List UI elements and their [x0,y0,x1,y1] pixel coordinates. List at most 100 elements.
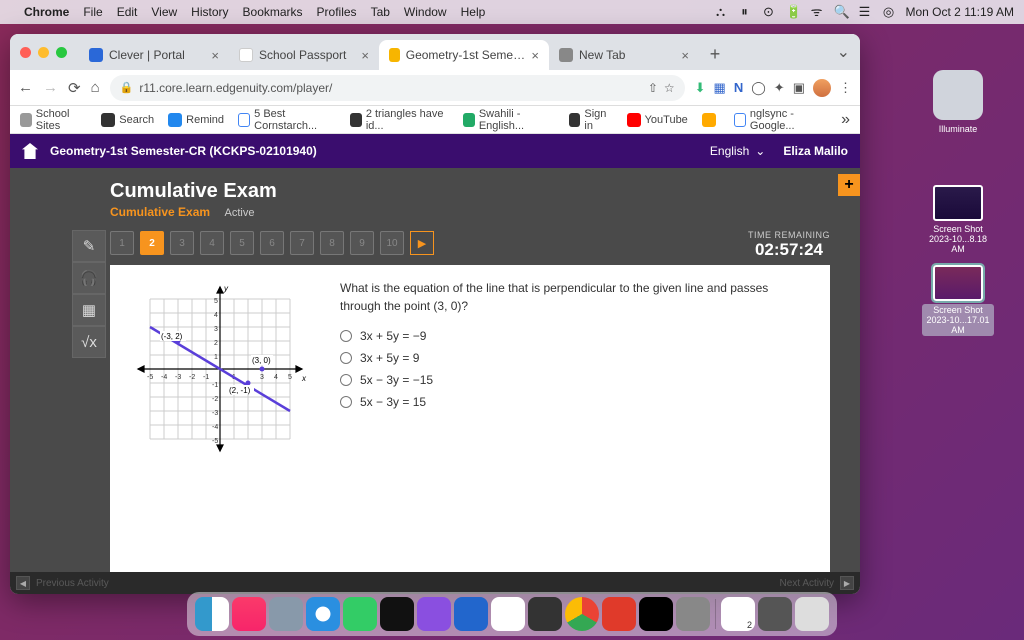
status-icon[interactable]: ◎ [882,5,896,19]
language-select[interactable]: English⌄ [710,144,765,158]
bookmark[interactable]: School Sites [20,108,87,132]
radio-input[interactable] [340,374,352,386]
tabs-chevron-icon[interactable]: ⌄ [837,42,850,62]
dock-app-music[interactable] [232,597,266,631]
prev-activity-button[interactable]: ◀ [16,576,30,590]
dock-downloads[interactable]: 2 [721,597,755,631]
menubar-history[interactable]: History [191,5,228,19]
question-number[interactable]: 9 [350,231,374,255]
status-icon[interactable]: ⏸ [738,5,752,19]
bookmark[interactable]: Swahili - English... [463,108,555,132]
tab-geometry[interactable]: Geometry-1st Semester-CR (× [379,40,549,70]
forward-button[interactable]: → [43,79,58,96]
tab-clever[interactable]: Clever | Portal× [79,40,229,70]
question-number[interactable]: 5 [230,231,254,255]
star-icon[interactable]: ☆ [664,81,675,95]
menubar-tab[interactable]: Tab [371,5,390,19]
bookmark[interactable]: 2 triangles have id... [350,108,449,132]
menubar-view[interactable]: View [151,5,177,19]
bookmark[interactable]: Sign in [569,108,613,132]
reload-button[interactable]: ⟳ [68,79,81,97]
close-icon[interactable]: × [211,48,219,63]
dock-app-chrome[interactable] [565,597,599,631]
close-icon[interactable]: × [361,48,369,63]
menubar-help[interactable]: Help [461,5,486,19]
bookmark[interactable]: Remind [168,113,224,127]
menubar-file[interactable]: File [83,5,102,19]
question-number[interactable]: 1 [110,231,134,255]
bookmarks-overflow[interactable]: » [841,111,850,129]
dock-app[interactable] [454,597,488,631]
extension-icon[interactable]: ▦ [714,80,726,96]
dock-app-finder[interactable] [195,597,229,631]
add-tab-button[interactable]: + [838,174,860,196]
formula-tool[interactable]: √x [72,326,106,358]
menubar-profiles[interactable]: Profiles [317,5,357,19]
radio-input[interactable] [340,352,352,364]
menubar-edit[interactable]: Edit [117,5,138,19]
question-number[interactable]: 7 [290,231,314,255]
home-icon[interactable] [22,143,38,159]
highlighter-tool[interactable]: ✎ [72,230,106,262]
dock-app-messages[interactable] [343,597,377,631]
extensions-button[interactable]: ✦ [774,80,785,96]
calculator-tool[interactable]: ▦ [72,294,106,326]
dock-app-tv[interactable] [380,597,414,631]
extension-icon[interactable]: ⬇ [695,80,706,96]
new-tab-button[interactable]: + [703,44,727,65]
dock-app-safari[interactable] [306,597,340,631]
dock-app-photos[interactable] [491,597,525,631]
menubar-bookmarks[interactable]: Bookmarks [243,5,303,19]
next-question-arrow[interactable]: ▶ [410,231,434,255]
share-icon[interactable]: ⇧ [648,81,658,95]
question-number[interactable]: 6 [260,231,284,255]
close-icon[interactable]: × [681,48,689,63]
back-button[interactable]: ← [18,79,33,96]
answer-option[interactable]: 3x + 5y = −9 [340,329,810,343]
dock-trash[interactable] [795,597,829,631]
extension-icon[interactable]: ◯ [751,80,766,96]
sidepanel-icon[interactable]: ▣ [793,80,805,96]
extension-icon[interactable]: N [734,80,743,95]
desktop-screenshot-2[interactable]: Screen Shot 2023-10...17.01 AM [922,265,994,336]
status-icon[interactable]: ⛬ [714,5,728,19]
dock-app[interactable] [639,597,673,631]
bookmark[interactable]: nglsync - Google... [734,108,827,132]
desktop-app-illuminate[interactable]: Illuminate [922,70,994,134]
tab-passport[interactable]: School Passport× [229,40,379,70]
answer-option[interactable]: 5x − 3y = 15 [340,395,810,409]
dock-app-podcasts[interactable] [417,597,451,631]
dock-app-screenshot[interactable] [528,597,562,631]
bookmark[interactable]: YouTube [627,113,688,127]
question-number[interactable]: 8 [320,231,344,255]
question-number[interactable]: 3 [170,231,194,255]
question-number[interactable]: 4 [200,231,224,255]
menubar-window[interactable]: Window [404,5,447,19]
spotlight-icon[interactable]: 🔍 [834,5,848,19]
bookmark[interactable]: 5 Best Cornstarch... [238,108,336,132]
dock-app-settings[interactable] [676,597,710,631]
url-bar[interactable]: 🔒 r11.core.learn.edgenuity.com/player/ ⇧… [110,75,685,101]
answer-option[interactable]: 5x − 3y = −15 [340,373,810,387]
bookmark[interactable] [702,113,720,127]
dock-app[interactable] [602,597,636,631]
next-activity-button[interactable]: ▶ [840,576,854,590]
answer-option[interactable]: 3x + 5y = 9 [340,351,810,365]
control-center-icon[interactable]: ☰ [858,5,872,19]
dock-app-launchpad[interactable] [269,597,303,631]
radio-input[interactable] [340,396,352,408]
bookmark[interactable]: Search [101,113,154,127]
audio-tool[interactable]: 🎧 [72,262,106,294]
record-icon[interactable]: ⊙ [762,5,776,19]
chrome-menu-button[interactable]: ⋮ [839,80,852,96]
battery-icon[interactable]: 🔋 [786,5,800,19]
profile-avatar[interactable] [813,79,831,97]
close-icon[interactable]: × [531,48,539,63]
clock[interactable]: Mon Oct 2 11:19 AM [906,5,1015,19]
menubar-app[interactable]: Chrome [24,5,69,19]
home-button[interactable]: ⌂ [91,79,100,96]
tab-new[interactable]: New Tab× [549,40,699,70]
radio-input[interactable] [340,330,352,342]
question-number[interactable]: 10 [380,231,404,255]
question-number[interactable]: 2 [140,231,164,255]
